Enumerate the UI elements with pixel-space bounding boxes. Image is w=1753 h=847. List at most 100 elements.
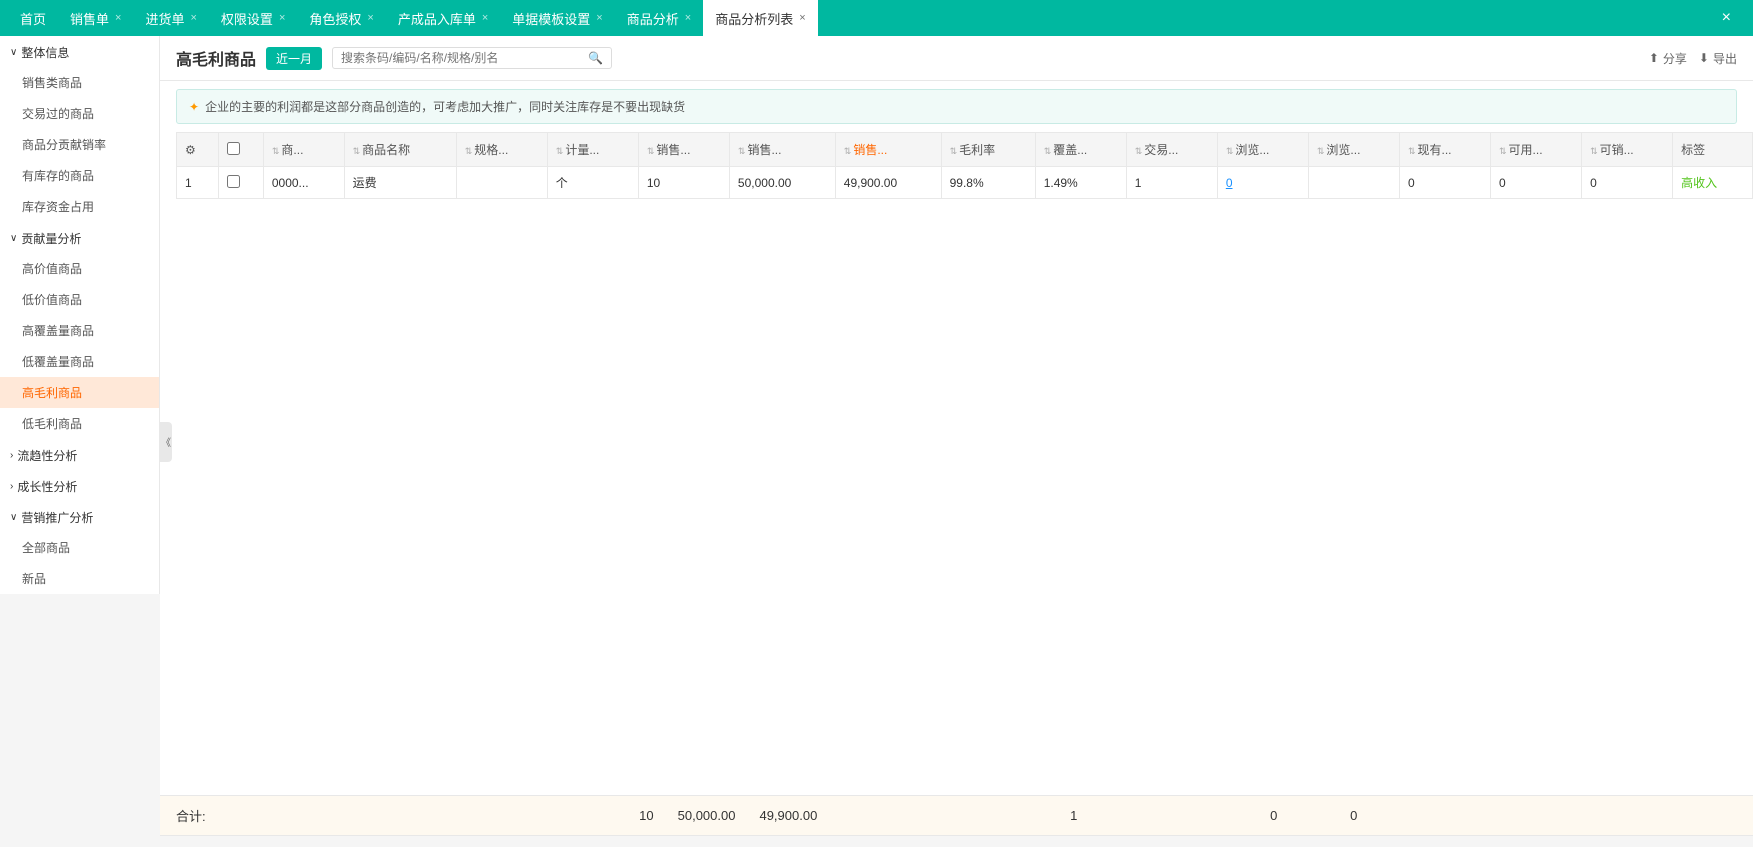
- cell-gross-margin: 99.8%: [941, 167, 1035, 199]
- cell-sales-profit: 49,900.00: [835, 167, 941, 199]
- th-view1[interactable]: ⇅浏览...: [1217, 133, 1308, 167]
- cell-unit: 个: [547, 167, 638, 199]
- cell-transaction: 1: [1126, 167, 1217, 199]
- nav-finished-goods[interactable]: 产成品入库单 ×: [386, 0, 500, 36]
- footer-sales-amount: 50,000.00: [666, 808, 748, 823]
- sidebar-collapse-button[interactable]: 《: [160, 422, 172, 462]
- cell-sales-amount: 50,000.00: [729, 167, 835, 199]
- footer-values: 10 50,000.00 49,900.00 1 0 0: [226, 808, 1370, 823]
- th-sales-qty[interactable]: ⇅销售...: [638, 133, 729, 167]
- table-container[interactable]: ⚙ ⇅商... ⇅商品名称 ⇅规格... ⇅计量... ⇅销售... ⇅销售..…: [160, 132, 1753, 795]
- th-sales-amount[interactable]: ⇅销售...: [729, 133, 835, 167]
- nav-finished-goods-close[interactable]: ×: [482, 12, 488, 24]
- window-close-button[interactable]: ×: [1708, 9, 1745, 27]
- nav-sales-order-close[interactable]: ×: [115, 12, 121, 24]
- sidebar-section-growth[interactable]: › 成长性分析: [0, 470, 159, 501]
- nav-goods-analysis-list-close[interactable]: ×: [799, 12, 805, 24]
- total-label: 合计:: [176, 806, 206, 825]
- sidebar-item-low-value[interactable]: 低价值商品: [0, 284, 159, 315]
- nav-goods-analysis[interactable]: 商品分析 ×: [615, 0, 703, 36]
- cell-name: 运费: [344, 167, 456, 199]
- section-arrow-overall: ∨: [10, 47, 17, 58]
- sidebar-item-high-value[interactable]: 高价值商品: [0, 253, 159, 284]
- cell-sales-qty: 10: [638, 167, 729, 199]
- share-button[interactable]: ⬆ 分享: [1649, 50, 1687, 67]
- th-coverage[interactable]: ⇅覆盖...: [1035, 133, 1126, 167]
- nav-home[interactable]: 首页: [8, 0, 58, 36]
- search-input[interactable]: [341, 51, 588, 65]
- sidebar-section-trend[interactable]: › 流趋性分析: [0, 439, 159, 470]
- cell-available-stock: 0: [1491, 167, 1582, 199]
- section-arrow-contribution: ∨: [10, 233, 17, 244]
- sidebar-item-high-coverage[interactable]: 高覆盖量商品: [0, 315, 159, 346]
- th-gross-margin[interactable]: ⇅毛利率: [941, 133, 1035, 167]
- row-checkbox[interactable]: [227, 175, 240, 188]
- horizontal-scrollbar[interactable]: [160, 835, 1753, 847]
- search-icon[interactable]: 🔍: [588, 51, 603, 65]
- main-layout: ∨ 整体信息 销售类商品 交易过的商品 商品分贡献销率 有库存的商品 库存资金占…: [0, 36, 1753, 847]
- view1-link[interactable]: 0: [1226, 176, 1233, 190]
- export-button[interactable]: ⬇ 导出: [1699, 50, 1737, 67]
- select-all-checkbox[interactable]: [227, 142, 240, 155]
- sidebar-item-in-stock-goods[interactable]: 有库存的商品: [0, 160, 159, 191]
- th-code[interactable]: ⇅商...: [263, 133, 344, 167]
- info-banner: ✦ 企业的主要的利润都是这部分商品创造的，可考虑加大推广，同时关注库存是不要出现…: [176, 89, 1737, 124]
- th-current-stock[interactable]: ⇅现有...: [1399, 133, 1490, 167]
- cell-coverage: 1.49%: [1035, 167, 1126, 199]
- date-filter-button[interactable]: 近一月: [266, 47, 322, 70]
- page-title: 高毛利商品: [176, 46, 256, 70]
- cell-code: 0000...: [263, 167, 344, 199]
- nav-goods-analysis-close[interactable]: ×: [685, 12, 691, 24]
- section-arrow-trend: ›: [10, 450, 13, 461]
- sidebar-section-marketing[interactable]: ∨ 营销推广分析: [0, 501, 159, 532]
- table-row: 1 0000... 运费 个 10 50,000.00 49,900.00 99…: [177, 167, 1753, 199]
- sidebar-item-low-coverage[interactable]: 低覆盖量商品: [0, 346, 159, 377]
- footer-total-bar: 合计: 10 50,000.00 49,900.00 1 0 0: [160, 795, 1753, 835]
- cell-spec: [456, 167, 547, 199]
- cell-view1[interactable]: 0: [1217, 167, 1308, 199]
- nav-sales-order[interactable]: 销售单 ×: [58, 0, 133, 36]
- sidebar-item-all-goods[interactable]: 全部商品: [0, 532, 159, 563]
- nav-role-auth[interactable]: 角色授权 ×: [297, 0, 385, 36]
- cell-view2: [1308, 167, 1399, 199]
- th-transaction[interactable]: ⇅交易...: [1126, 133, 1217, 167]
- nav-purchase-order-close[interactable]: ×: [190, 12, 196, 24]
- th-checkbox[interactable]: [218, 133, 263, 167]
- th-name[interactable]: ⇅商品名称: [344, 133, 456, 167]
- tag-label: 高收入: [1681, 176, 1717, 190]
- sidebar-section-overall[interactable]: ∨ 整体信息: [0, 36, 159, 67]
- nav-purchase-order[interactable]: 进货单 ×: [133, 0, 208, 36]
- sidebar-item-new-goods[interactable]: 新品: [0, 563, 159, 594]
- sidebar-item-low-margin[interactable]: 低毛利商品: [0, 408, 159, 439]
- footer-sales-qty: 10: [586, 808, 666, 823]
- top-navigation: 首页 销售单 × 进货单 × 权限设置 × 角色授权 × 产成品入库单 × 单据…: [0, 0, 1753, 36]
- th-sales-profit[interactable]: ⇅销售...: [835, 133, 941, 167]
- th-unit[interactable]: ⇅计量...: [547, 133, 638, 167]
- nav-goods-analysis-list[interactable]: 商品分析列表 ×: [703, 0, 817, 36]
- sidebar-item-goods-contribution[interactable]: 商品分贡献销率: [0, 129, 159, 160]
- nav-role-auth-close[interactable]: ×: [367, 12, 373, 24]
- th-saleable-stock[interactable]: ⇅可销...: [1582, 133, 1673, 167]
- cell-checkbox[interactable]: [218, 167, 263, 199]
- nav-template-settings[interactable]: 单据模板设置 ×: [500, 0, 614, 36]
- cell-index: 1: [177, 167, 219, 199]
- content-area: 高毛利商品 近一月 🔍 ⬆ 分享 ⬇ 导出 ✦ 企业的主要的利润都是这部分商品创…: [160, 36, 1753, 847]
- sidebar-item-traded-goods[interactable]: 交易过的商品: [0, 98, 159, 129]
- nav-permissions[interactable]: 权限设置 ×: [209, 0, 297, 36]
- nav-template-settings-close[interactable]: ×: [596, 12, 602, 24]
- th-setting[interactable]: ⚙: [177, 133, 219, 167]
- th-tag[interactable]: 标签: [1673, 133, 1753, 167]
- sidebar-item-sales-goods[interactable]: 销售类商品: [0, 67, 159, 98]
- search-input-wrapper: 🔍: [332, 47, 612, 69]
- sidebar-section-contribution[interactable]: ∨ 贡献量分析: [0, 222, 159, 253]
- footer-available-stock: 0: [1289, 808, 1369, 823]
- sidebar-item-high-margin[interactable]: 高毛利商品: [0, 377, 159, 408]
- sidebar-item-stock-capital[interactable]: 库存资金占用: [0, 191, 159, 222]
- th-spec[interactable]: ⇅规格...: [456, 133, 547, 167]
- th-available-stock[interactable]: ⇅可用...: [1491, 133, 1582, 167]
- sidebar: ∨ 整体信息 销售类商品 交易过的商品 商品分贡献销率 有库存的商品 库存资金占…: [0, 36, 160, 594]
- nav-permissions-close[interactable]: ×: [279, 12, 285, 24]
- table-header-row: ⚙ ⇅商... ⇅商品名称 ⇅规格... ⇅计量... ⇅销售... ⇅销售..…: [177, 133, 1753, 167]
- section-arrow-growth: ›: [10, 481, 13, 492]
- th-view2[interactable]: ⇅浏览...: [1308, 133, 1399, 167]
